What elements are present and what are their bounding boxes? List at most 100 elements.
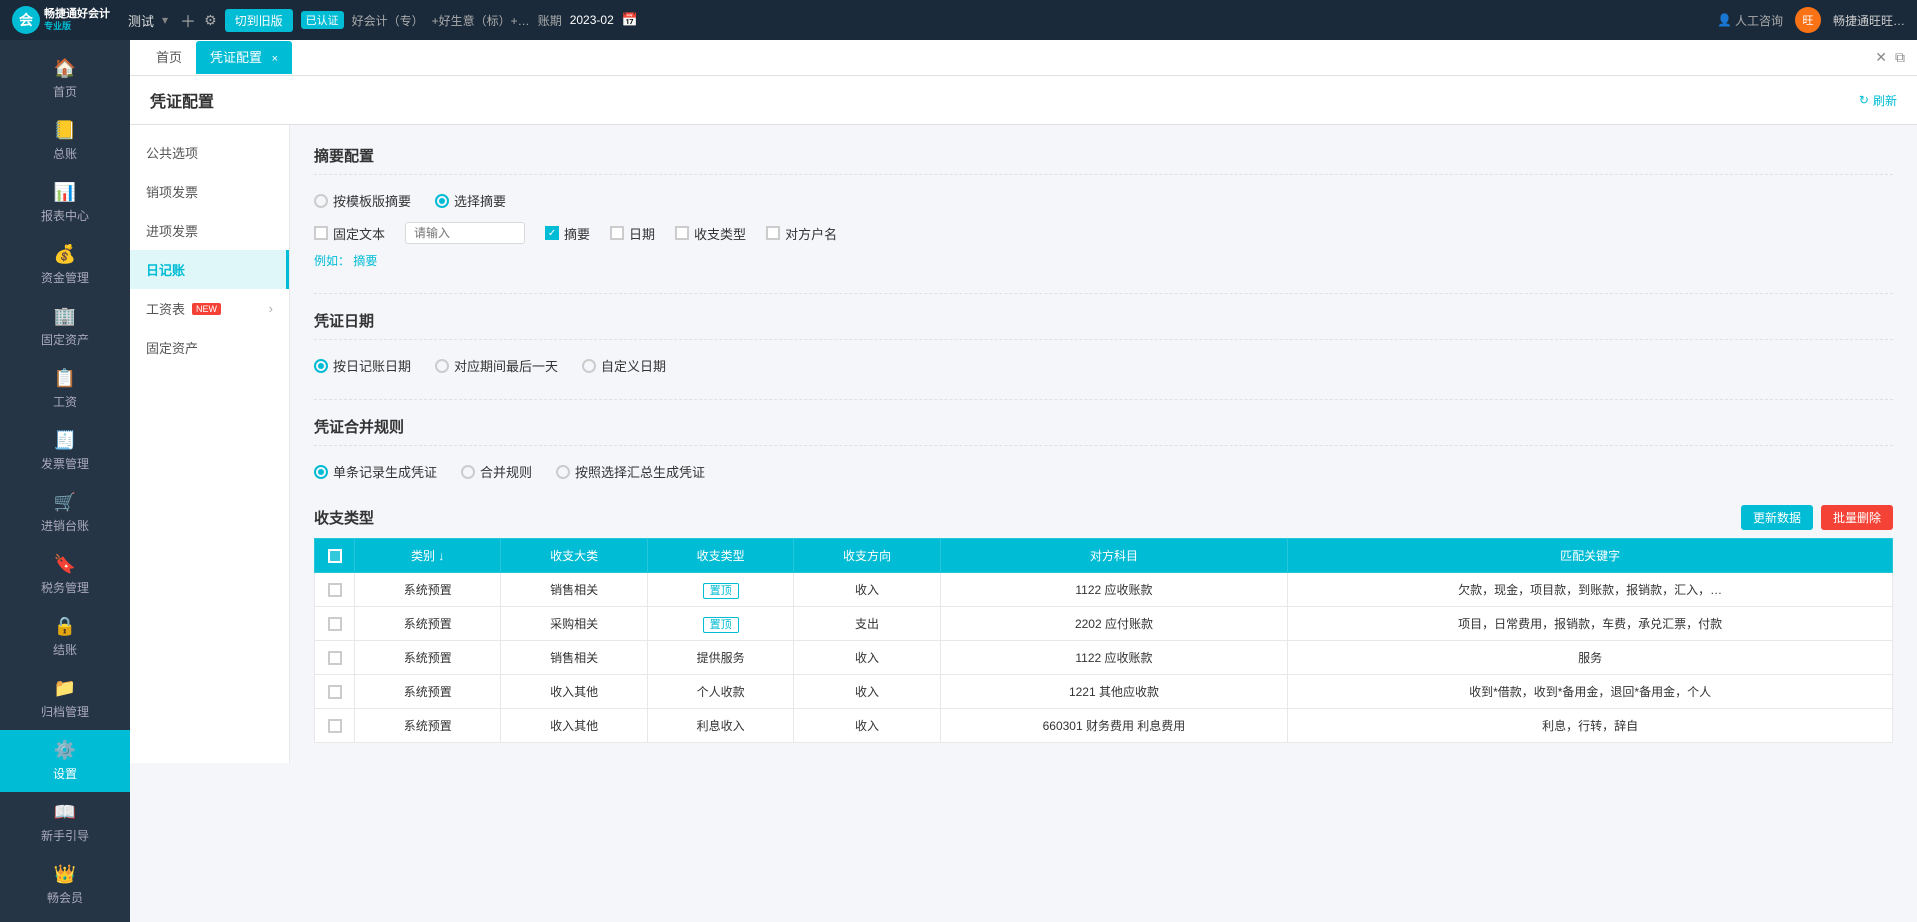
topbar: 会 畅捷通好会计 专业版 测试 ▾ ＋ ⚙ 切到旧版 已认证 好会计（专） +好… [0, 0, 1917, 40]
company-arrow[interactable]: ▾ [162, 13, 168, 27]
two-panel: 公共选项 销项发票 进项发票 日记账 工资表 NEW [130, 125, 1917, 763]
nav-fixed-assets[interactable]: 固定资产 [130, 328, 289, 367]
radio-period-last[interactable]: 对应期间最后一天 [435, 356, 558, 375]
th-direction: 收支方向 [794, 539, 940, 573]
maximize-btn[interactable]: ⧉ [1895, 49, 1905, 66]
help-btn[interactable]: 👤 人工咨询 [1717, 12, 1783, 29]
payroll-icon: 📋 [54, 368, 76, 389]
radio-template-circle [314, 194, 328, 208]
td-category-3: 系统预置 [355, 675, 501, 709]
switch-version-btn[interactable]: 切到旧版 [225, 9, 293, 32]
td-checkbox-4[interactable] [315, 709, 355, 743]
logo-title: 畅捷通好会计 [44, 8, 110, 21]
settings-icon[interactable]: ⚙ [204, 12, 217, 29]
sidebar-item-purchase[interactable]: 🛒进销台账 [0, 482, 130, 544]
table-row: 系统预置 销售相关 置顶 收入 1122 应收账款 欠款，现金，项目款，到账款，… [315, 573, 1893, 607]
sidebar-label-close: 结账 [53, 641, 77, 658]
sidebar-item-guide[interactable]: 📖新手引导 [0, 792, 130, 854]
nav-sales-invoice[interactable]: 销项发票 [130, 172, 289, 211]
sidebar-item-tax[interactable]: 🔖税务管理 [0, 544, 130, 606]
td-keyword-1: 项目，日常费用，报销款，车费，承兑汇票，付款 [1288, 607, 1893, 641]
td-checkbox-1[interactable] [315, 607, 355, 641]
td-direction-3: 收入 [794, 675, 940, 709]
user-avatar[interactable]: 旺 [1795, 7, 1821, 33]
td-keyword-2: 服务 [1288, 641, 1893, 675]
content-area: 凭证配置 ↻ 刷新 公共选项 销项发票 进项发票 [130, 76, 1917, 922]
sidebar-item-invoices[interactable]: 🧾发票管理 [0, 420, 130, 482]
type-tag-0[interactable]: 置顶 [703, 583, 739, 599]
calendar-icon[interactable]: 📅 [622, 12, 638, 28]
sidebar-item-archive[interactable]: 📁归档管理 [0, 668, 130, 730]
th-subject: 对方科目 [940, 539, 1287, 573]
tab-home[interactable]: 首页 [142, 41, 196, 74]
radio-journal-date[interactable]: 按日记账日期 [314, 356, 411, 375]
td-checkbox-0[interactable] [315, 573, 355, 607]
td-direction-1: 支出 [794, 607, 940, 641]
checkbox-date[interactable]: 日期 [610, 224, 655, 243]
update-data-btn[interactable]: 更新数据 [1741, 505, 1813, 530]
th-checkbox[interactable] [315, 539, 355, 573]
td-keyword-0: 欠款，现金，项目款，到账款，报销款，汇入，… [1288, 573, 1893, 607]
sidebar-item-close[interactable]: 🔒 结账 [0, 606, 130, 668]
sidebar-item-funds[interactable]: 💰资金管理 [0, 234, 130, 296]
merge-section-title: 凭证合并规则 [314, 416, 1893, 446]
checkbox-type[interactable]: 收支类型 [675, 224, 746, 243]
sidebar-item-assets[interactable]: 🏢 固定资产 [0, 296, 130, 358]
td-subject-4: 660301 财务费用 利息费用 [940, 709, 1287, 743]
haokuai-tag: 好会计（专） [352, 12, 424, 29]
sidebar: 🏠首页📒总账📊报表中心💰资金管理🏢固定资产📋工资🧾发票管理🛒进销台账🔖税务管理🔒… [0, 40, 130, 922]
radio-summary-gen[interactable]: 按照选择汇总生成凭证 [556, 462, 705, 481]
table-header-row: 收支类型 更新数据 批量删除 [314, 505, 1893, 530]
checkbox-summary-box: ✓ [545, 226, 559, 240]
td-category-4: 系统预置 [355, 709, 501, 743]
table-actions: 更新数据 批量删除 [1741, 505, 1893, 530]
radio-select[interactable]: 选择摘要 [435, 191, 506, 210]
sidebar-item-member[interactable]: 👑畅会员 [0, 854, 130, 916]
nav-purchase-invoice[interactable]: 进项发票 [130, 211, 289, 250]
batch-delete-btn[interactable]: 批量删除 [1821, 505, 1893, 530]
tab-voucher-config[interactable]: 凭证配置 × [196, 41, 292, 74]
sidebar-label-assets: 固定资产 [41, 331, 89, 348]
refresh-btn[interactable]: ↻ 刷新 [1859, 92, 1897, 109]
table-row: 系统预置 收入其他 个人收款 收入 1221 其他应收款 收到*借款，收到*备用… [315, 675, 1893, 709]
tab-close-btn[interactable]: × [272, 53, 278, 65]
tab-actions: ✕ ⧉ [1875, 49, 1905, 66]
radio-custom-date[interactable]: 自定义日期 [582, 356, 666, 375]
layout: 🏠首页📒总账📊报表中心💰资金管理🏢固定资产📋工资🧾发票管理🛒进销台账🔖税务管理🔒… [0, 40, 1917, 922]
nav-payroll[interactable]: 工资表 NEW › [130, 289, 289, 328]
nav-journal[interactable]: 日记账 [130, 250, 289, 289]
fixed-text-input[interactable] [405, 222, 525, 244]
radio-custom-date-circle [582, 359, 596, 373]
checkbox-type-box [675, 226, 689, 240]
td-checkbox-2[interactable] [315, 641, 355, 675]
sidebar-item-reports[interactable]: 📊报表中心 [0, 172, 130, 234]
radio-template[interactable]: 按模板版摘要 [314, 191, 411, 210]
sidebar-item-settings[interactable]: ⚙️设置 [0, 730, 130, 792]
type-tag-1[interactable]: 置顶 [703, 617, 739, 633]
sidebar-item-home[interactable]: 🏠首页 [0, 48, 130, 110]
sidebar-item-payroll[interactable]: 📋工资 [0, 358, 130, 420]
close-icon: 🔒 [54, 616, 76, 637]
nav-public[interactable]: 公共选项 [130, 133, 289, 172]
add-icon[interactable]: ＋ [180, 8, 196, 32]
sidebar-item-ledger[interactable]: 📒总账 [0, 110, 130, 172]
td-keyword-4: 利息，行转，辞自 [1288, 709, 1893, 743]
checkbox-summary[interactable]: ✓ 摘要 [545, 224, 590, 243]
close-window-btn[interactable]: ✕ [1875, 49, 1887, 66]
assets-icon: 🏢 [54, 306, 76, 327]
sidebar-label-archive: 归档管理 [41, 703, 89, 720]
td-checkbox-3[interactable] [315, 675, 355, 709]
income-section: 收支类型 更新数据 批量删除 [314, 505, 1893, 743]
sidebar-label-tax: 税务管理 [41, 579, 89, 596]
td-category-1: 系统预置 [355, 607, 501, 641]
page-title: 凭证配置 [150, 88, 214, 112]
td-subject-1: 2202 应付账款 [940, 607, 1287, 641]
checkbox-fixed-text[interactable]: 固定文本 [314, 224, 385, 243]
topbar-right: 👤 人工咨询 旺 畅捷通旺旺… [1717, 7, 1905, 33]
radio-merge[interactable]: 合并规则 [461, 462, 532, 481]
radio-single[interactable]: 单条记录生成凭证 [314, 462, 437, 481]
radio-single-circle [314, 465, 328, 479]
th-keyword: 匹配关键字 [1288, 539, 1893, 573]
checkbox-counterpart[interactable]: 对方户名 [766, 224, 837, 243]
th-category[interactable]: 类别 ↓ [355, 539, 501, 573]
